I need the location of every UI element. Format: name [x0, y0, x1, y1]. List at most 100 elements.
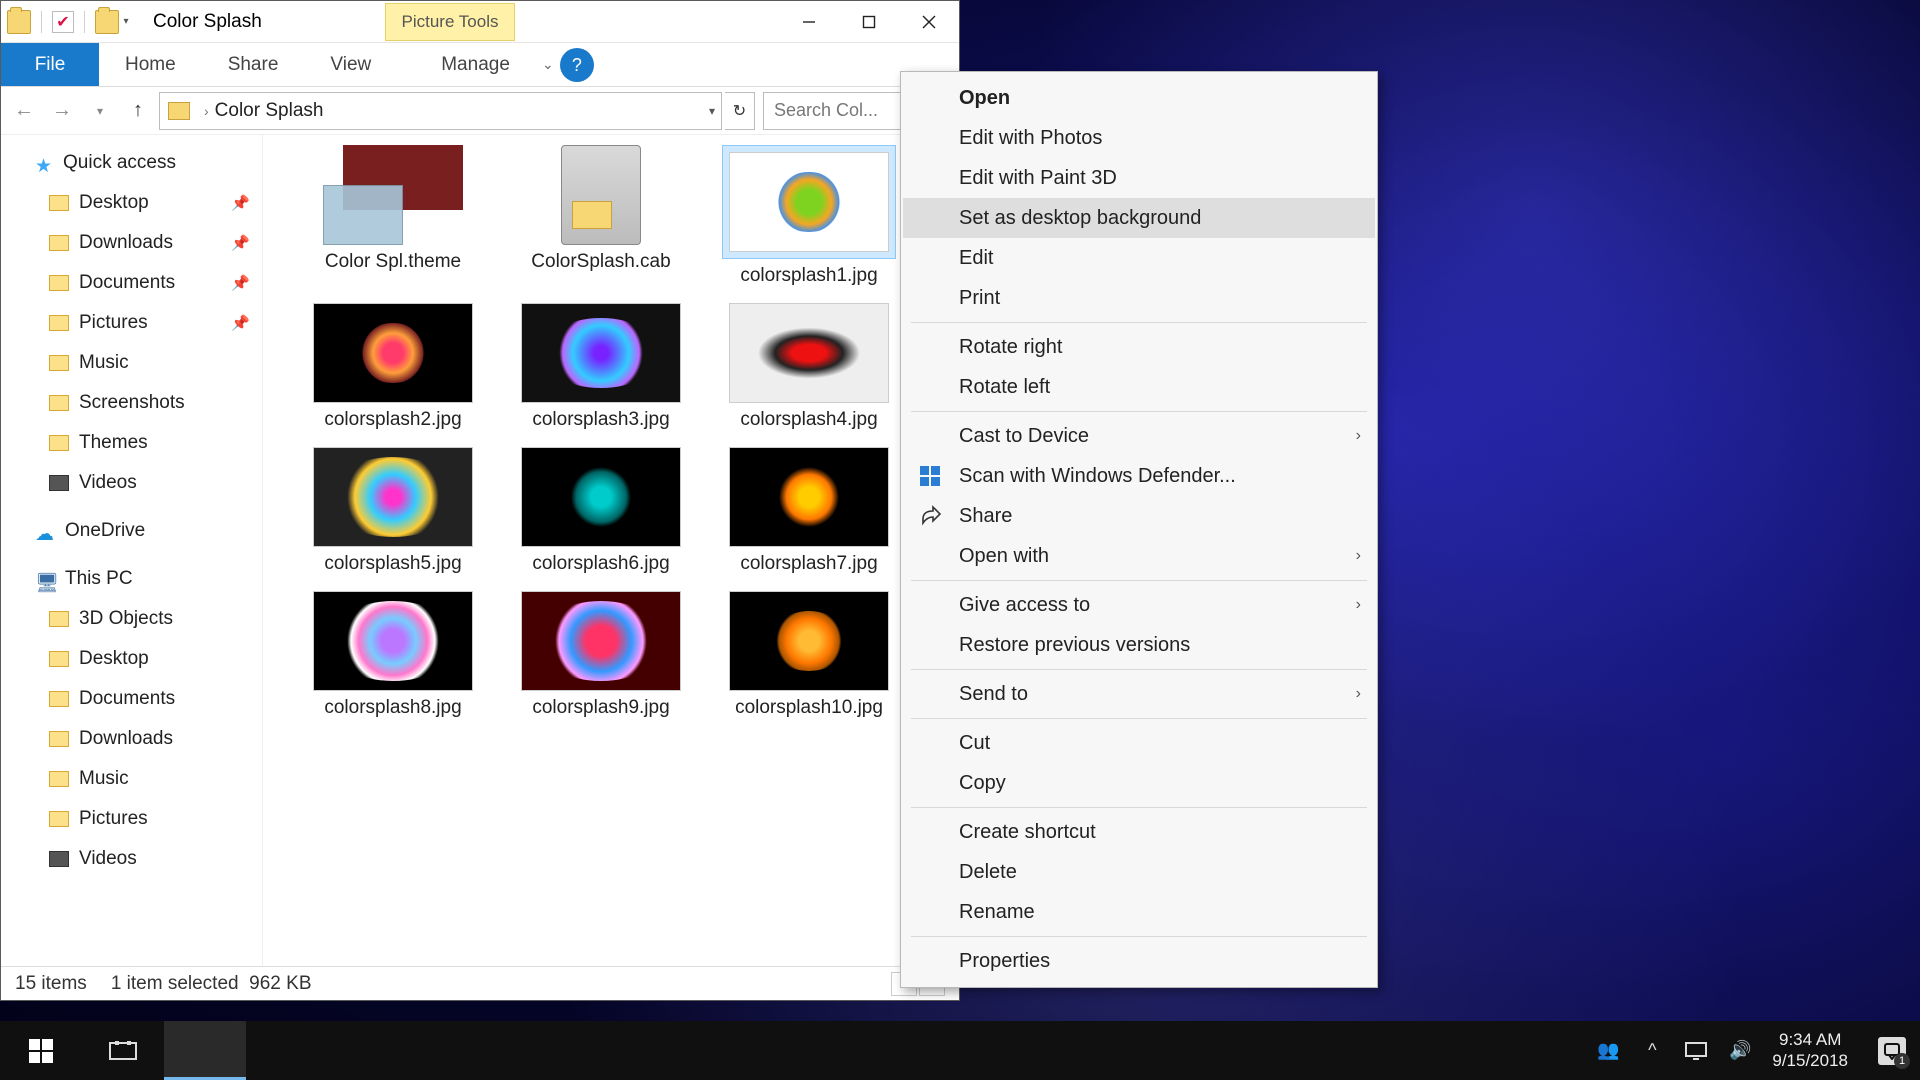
- maximize-button[interactable]: [839, 2, 899, 42]
- nav-item-label: Themes: [79, 432, 148, 454]
- ribbon-collapse-button[interactable]: ⌄: [536, 43, 560, 86]
- context-menu-item[interactable]: Restore previous versions: [903, 625, 1375, 665]
- navigation-pane[interactable]: ★ Quick access Desktop 📌 Downloads 📌 Doc…: [1, 135, 263, 966]
- forward-button[interactable]: →: [45, 94, 79, 128]
- close-button[interactable]: [899, 2, 959, 42]
- refresh-button[interactable]: ↻: [725, 92, 755, 130]
- context-menu-item[interactable]: Create shortcut: [903, 812, 1375, 852]
- pin-icon: 📌: [231, 234, 250, 252]
- nav-item[interactable]: Videos: [1, 463, 262, 503]
- context-menu-item[interactable]: Set as desktop background: [903, 198, 1375, 238]
- address-history-dropdown[interactable]: ▾: [709, 104, 715, 118]
- people-button[interactable]: 👥: [1596, 1039, 1620, 1063]
- nav-label: Quick access: [63, 152, 176, 174]
- file-item[interactable]: colorsplash1.jpg: [709, 145, 909, 287]
- nav-item[interactable]: Pictures: [1, 799, 262, 839]
- context-menu-item[interactable]: Open with›: [903, 536, 1375, 576]
- context-menu-item[interactable]: Rotate right: [903, 327, 1375, 367]
- nav-item[interactable]: 3D Objects: [1, 599, 262, 639]
- context-menu-item[interactable]: Edit with Paint 3D: [903, 158, 1375, 198]
- context-menu-item[interactable]: Edit with Photos: [903, 118, 1375, 158]
- taskbar-file-explorer[interactable]: [164, 1021, 246, 1080]
- nav-item[interactable]: Screenshots: [1, 383, 262, 423]
- breadcrumb-current[interactable]: Color Splash: [215, 100, 324, 122]
- folder-icon: [49, 611, 69, 627]
- nav-quick-access[interactable]: ★ Quick access: [1, 143, 262, 183]
- file-name: colorsplash9.jpg: [532, 697, 669, 719]
- back-button[interactable]: ←: [7, 94, 41, 128]
- file-item[interactable]: colorsplash7.jpg: [709, 447, 909, 575]
- file-item[interactable]: colorsplash2.jpg: [293, 303, 493, 431]
- context-menu-item[interactable]: Rename: [903, 892, 1375, 932]
- ribbon-tab-home[interactable]: Home: [99, 43, 202, 86]
- file-list[interactable]: Color Spl.themeColorSplash.cabcolorsplas…: [263, 135, 959, 966]
- context-menu-item[interactable]: Rotate left: [903, 367, 1375, 407]
- file-item[interactable]: colorsplash6.jpg: [501, 447, 701, 575]
- address-bar[interactable]: › Color Splash ▾: [159, 92, 722, 130]
- help-button[interactable]: ?: [560, 48, 594, 82]
- context-menu-item[interactable]: Print: [903, 278, 1375, 318]
- ribbon-tab-manage[interactable]: Manage: [415, 43, 536, 86]
- qat-properties-button[interactable]: ✔: [52, 11, 74, 33]
- nav-item[interactable]: Documents 📌: [1, 263, 262, 303]
- image-thumbnail: [313, 447, 473, 547]
- nav-onedrive[interactable]: ☁ OneDrive: [1, 511, 262, 551]
- minimize-button[interactable]: [779, 2, 839, 42]
- context-menu-label: Edit with Photos: [959, 127, 1102, 150]
- cab-file-icon: [521, 145, 681, 245]
- file-item[interactable]: Color Spl.theme: [293, 145, 493, 287]
- nav-item[interactable]: Music: [1, 759, 262, 799]
- action-center-button[interactable]: 1: [1878, 1037, 1906, 1065]
- folder-icon: [49, 315, 69, 331]
- ribbon-tab-view[interactable]: View: [304, 43, 397, 86]
- nav-item[interactable]: Videos: [1, 839, 262, 879]
- file-item[interactable]: ColorSplash.cab: [501, 145, 701, 287]
- context-menu-item[interactable]: Copy: [903, 763, 1375, 803]
- context-menu-item[interactable]: Send to›: [903, 674, 1375, 714]
- tray-overflow-button[interactable]: ^: [1640, 1039, 1664, 1063]
- recent-locations-button[interactable]: ▾: [83, 94, 117, 128]
- nav-item[interactable]: Themes: [1, 423, 262, 463]
- context-menu-item[interactable]: Scan with Windows Defender...: [903, 456, 1375, 496]
- file-item[interactable]: colorsplash10.jpg: [709, 591, 909, 719]
- nav-item[interactable]: Desktop 📌: [1, 183, 262, 223]
- picture-tools-tab[interactable]: Picture Tools: [385, 3, 515, 41]
- status-item-count: 15 items: [15, 973, 87, 995]
- task-view-button[interactable]: [82, 1021, 164, 1080]
- folder-icon: [49, 435, 69, 451]
- folder-icon: [49, 691, 69, 707]
- context-menu-separator: [911, 718, 1367, 719]
- nav-item[interactable]: Pictures 📌: [1, 303, 262, 343]
- context-menu-item[interactable]: Delete: [903, 852, 1375, 892]
- qat-folder-dropdown[interactable]: ▾: [95, 10, 133, 34]
- network-icon[interactable]: [1684, 1039, 1708, 1063]
- file-item[interactable]: colorsplash4.jpg: [709, 303, 909, 431]
- context-menu-item[interactable]: Open: [903, 78, 1375, 118]
- context-menu-item[interactable]: Properties: [903, 941, 1375, 981]
- volume-icon[interactable]: 🔊: [1728, 1039, 1752, 1063]
- context-menu-item[interactable]: Share: [903, 496, 1375, 536]
- file-item[interactable]: colorsplash5.jpg: [293, 447, 493, 575]
- start-button[interactable]: [0, 1021, 82, 1080]
- context-menu-item[interactable]: Cut: [903, 723, 1375, 763]
- ribbon-file-tab[interactable]: File: [1, 43, 99, 86]
- up-button[interactable]: ↑: [121, 94, 155, 128]
- file-item[interactable]: colorsplash3.jpg: [501, 303, 701, 431]
- nav-item[interactable]: Downloads: [1, 719, 262, 759]
- file-item[interactable]: colorsplash8.jpg: [293, 591, 493, 719]
- nav-item[interactable]: Documents: [1, 679, 262, 719]
- taskbar-clock[interactable]: 9:34 AM 9/15/2018: [1772, 1030, 1848, 1071]
- image-thumbnail: [521, 303, 681, 403]
- chevron-right-icon: ›: [1356, 596, 1361, 614]
- nav-item[interactable]: Desktop: [1, 639, 262, 679]
- nav-item[interactable]: Music: [1, 343, 262, 383]
- nav-item-label: Downloads: [79, 728, 173, 750]
- ribbon-tab-share[interactable]: Share: [202, 43, 305, 86]
- folder-icon: [191, 1038, 219, 1060]
- nav-this-pc[interactable]: 🖥 This PC: [1, 559, 262, 599]
- context-menu-item[interactable]: Cast to Device›: [903, 416, 1375, 456]
- file-item[interactable]: colorsplash9.jpg: [501, 591, 701, 719]
- context-menu-item[interactable]: Give access to›: [903, 585, 1375, 625]
- nav-item[interactable]: Downloads 📌: [1, 223, 262, 263]
- context-menu-item[interactable]: Edit: [903, 238, 1375, 278]
